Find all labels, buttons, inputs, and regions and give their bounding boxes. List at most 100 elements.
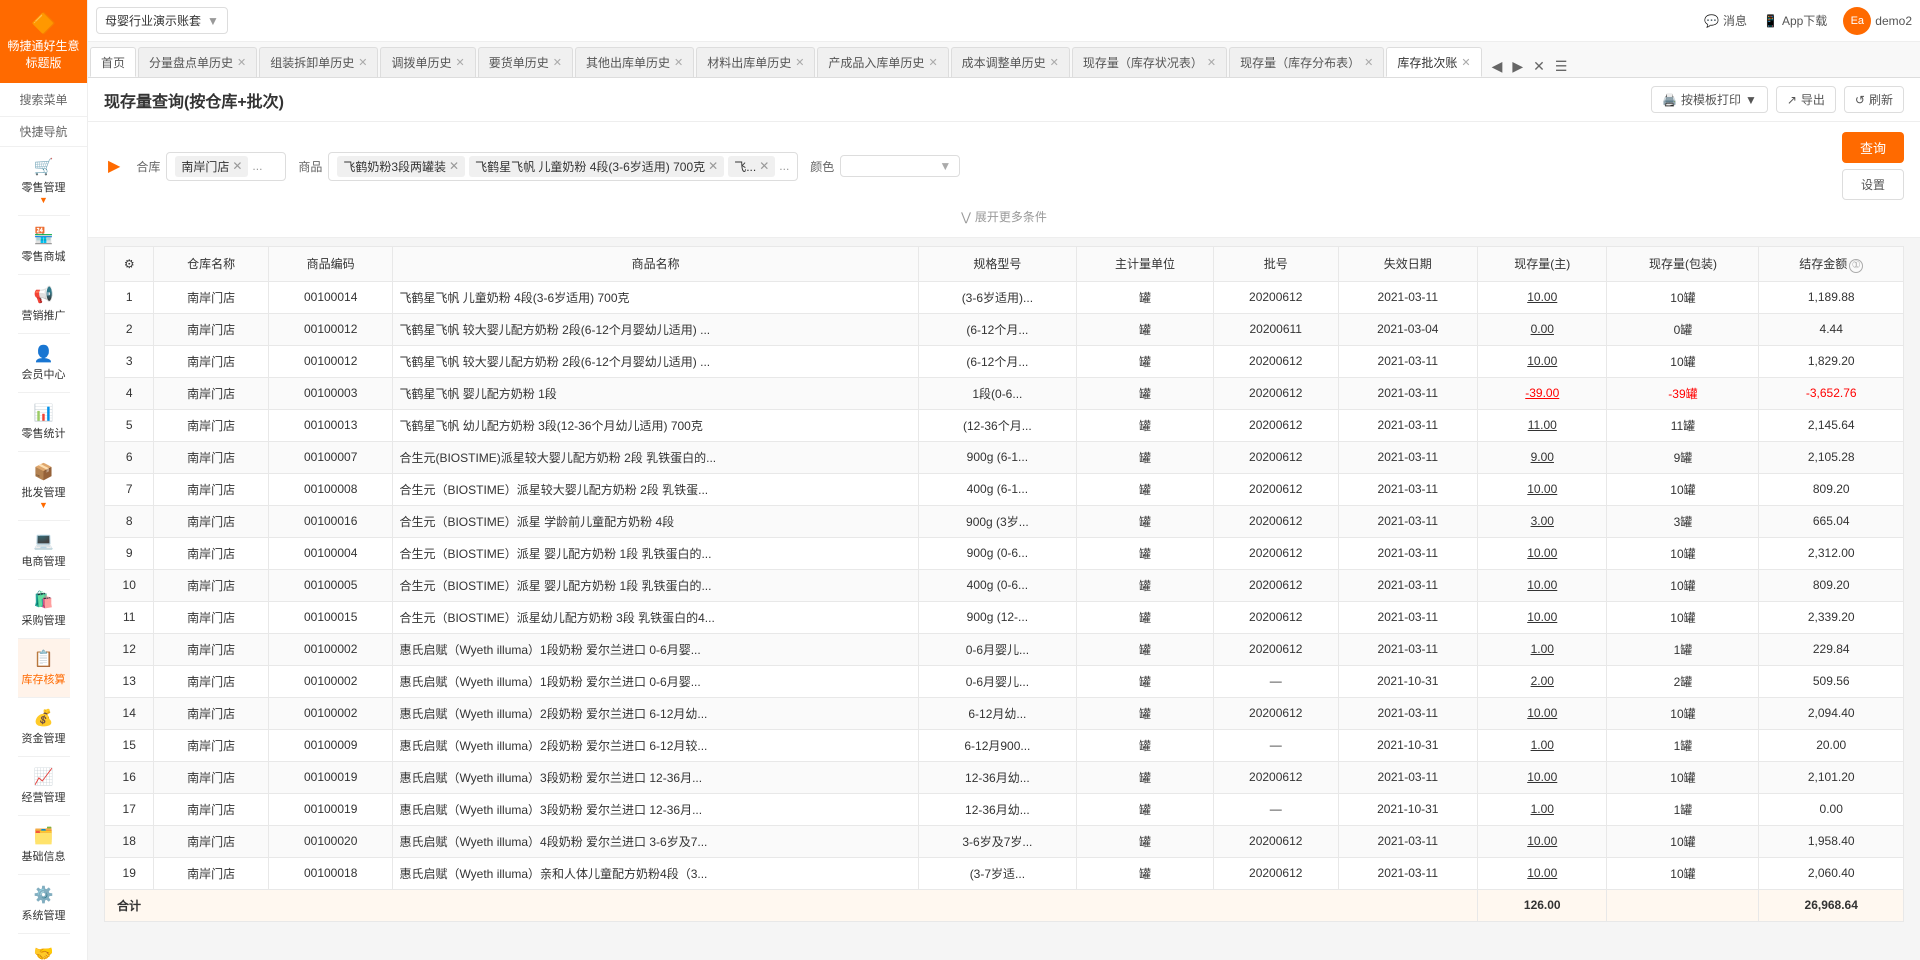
sidebar-item-basic[interactable]: 🗂️ 基础信息 xyxy=(18,816,70,875)
table-row: 7 南岸门店 00100008 合生元（BIOSTIME）派星较大婴儿配方奶粉 … xyxy=(105,473,1904,505)
cell-unit: 罐 xyxy=(1076,857,1213,889)
top-bar: 母婴行业演示账套 ▼ 💬 消息 📱 App下载 Ea demo2 xyxy=(88,0,1920,42)
tab-close-10[interactable]: ✕ xyxy=(1364,56,1373,69)
cell-no: 16 xyxy=(105,761,154,793)
tab-9[interactable]: 现存量（库存状况表）✕ xyxy=(1072,47,1227,77)
tab-prev-btn[interactable]: ◀ xyxy=(1488,56,1507,77)
cell-name: 合生元（BIOSTIME）派星 学龄前儿童配方奶粉 4段 xyxy=(393,505,918,537)
sidebar-shortcut[interactable]: 快捷导航 xyxy=(0,117,87,147)
cell-warehouse: 南岸门店 xyxy=(154,345,268,377)
tab-8[interactable]: 成本调整单历史✕ xyxy=(951,47,1070,77)
system-icon: ⚙️ xyxy=(34,885,54,905)
cell-spec: 900g (6-1... xyxy=(918,441,1076,473)
refresh-icon: ↺ xyxy=(1855,93,1865,107)
tab-2[interactable]: 组装拆卸单历史✕ xyxy=(259,47,378,77)
cell-name: 惠氏启赋（Wyeth illuma）1段奶粉 爱尔兰进口 0-6月婴... xyxy=(393,665,918,697)
product-tag-1-remove[interactable]: ✕ xyxy=(449,159,459,173)
sidebar-item-ops[interactable]: 📈 经营管理 xyxy=(18,757,70,816)
tab-close-1[interactable]: ✕ xyxy=(237,56,246,69)
table-row: 2 南岸门店 00100012 飞鹤星飞帆 较大婴儿配方奶粉 2段(6-12个月… xyxy=(105,313,1904,345)
tab-7[interactable]: 产成品入库单历史✕ xyxy=(817,47,948,77)
product-filter-tags[interactable]: 飞鹤奶粉3段两罐装 ✕ 飞鹤星飞帆 儿童奶粉 4段(3-6岁适用) 700克 ✕… xyxy=(328,152,798,181)
cell-qty: 10.00 xyxy=(1478,537,1607,569)
product-tag-3-remove[interactable]: ✕ xyxy=(759,159,769,173)
table-row: 18 南岸门店 00100020 惠氏启赋（Wyeth illuma）4段奶粉 … xyxy=(105,825,1904,857)
cell-qty[interactable]: -39.00 xyxy=(1478,377,1607,409)
table-row: 4 南岸门店 00100003 飞鹤星飞帆 婴儿配方奶粉 1段 1段(0-6..… xyxy=(105,377,1904,409)
retail-mgmt-icon: 🛒 xyxy=(34,157,54,177)
cell-unit: 罐 xyxy=(1076,473,1213,505)
filter-expand-icon[interactable]: ▶ xyxy=(104,152,124,180)
sidebar-item-retail-mgmt[interactable]: 🛒 零售管理 ▼ xyxy=(18,147,70,216)
export-btn[interactable]: ↗ 导出 xyxy=(1776,86,1836,113)
cell-no: 7 xyxy=(105,473,154,505)
cell-code: 00100002 xyxy=(268,665,393,697)
query-btn[interactable]: 查询 xyxy=(1842,132,1904,163)
cell-unit: 罐 xyxy=(1076,633,1213,665)
tab-close-7[interactable]: ✕ xyxy=(928,56,937,69)
sidebar-item-purchase[interactable]: 🛍️ 采购管理 xyxy=(18,580,70,639)
cell-batch: 20200612 xyxy=(1213,633,1338,665)
template-print-btn[interactable]: 🖨️ 按模板打印 ▼ xyxy=(1651,86,1768,113)
cell-warehouse: 南岸门店 xyxy=(154,441,268,473)
summary-amount: 26,968.64 xyxy=(1759,889,1904,921)
sidebar-item-system[interactable]: ⚙️ 系统管理 xyxy=(18,875,70,934)
tab-4[interactable]: 要货单历史✕ xyxy=(478,47,573,77)
expand-conditions-btn[interactable]: ⋁ 展开更多条件 xyxy=(953,206,1055,227)
cell-name: 合生元（BIOSTIME）派星 婴儿配方奶粉 1段 乳铁蛋白的... xyxy=(393,569,918,601)
filter-area: ▶ 合库 南岸门店 ✕ ... 商品 xyxy=(88,122,1920,238)
product-more-btn[interactable]: ... xyxy=(779,159,789,173)
warehouse-filter-tags[interactable]: 南岸门店 ✕ ... xyxy=(166,152,286,181)
tab-5[interactable]: 其他出库单历史✕ xyxy=(575,47,694,77)
settings-btn[interactable]: 设置 xyxy=(1842,169,1904,200)
sidebar-item-marketing[interactable]: 📢 营销推广 xyxy=(18,275,70,334)
tab-close-9[interactable]: ✕ xyxy=(1207,56,1216,69)
tab-close-3[interactable]: ✕ xyxy=(456,56,465,69)
warehouse-tag-remove[interactable]: ✕ xyxy=(232,159,242,173)
th-code: 商品编码 xyxy=(268,247,393,282)
sidebar-item-collab[interactable]: 🤝 企业协同 xyxy=(18,934,70,960)
cell-expire: 2021-03-11 xyxy=(1338,825,1478,857)
message-btn[interactable]: 💬 消息 xyxy=(1704,12,1747,29)
user-avatar[interactable]: Ea demo2 xyxy=(1843,7,1912,35)
sidebar-item-wholesale[interactable]: 📦 批发管理 ▼ xyxy=(18,452,70,521)
tab-3[interactable]: 调拨单历史✕ xyxy=(380,47,475,77)
cell-name: 飞鹤星飞帆 婴儿配方奶粉 1段 xyxy=(393,377,918,409)
logo-icon: 🔶 xyxy=(4,10,83,38)
product-tag-2-remove[interactable]: ✕ xyxy=(708,159,718,173)
tab-close-6[interactable]: ✕ xyxy=(795,56,804,69)
cell-no: 11 xyxy=(105,601,154,633)
message-icon: 💬 xyxy=(1704,14,1719,28)
tab-close-2[interactable]: ✕ xyxy=(358,56,367,69)
tab-6[interactable]: 材料出库单历史✕ xyxy=(696,47,815,77)
tab-menu-btn[interactable]: ☰ xyxy=(1551,56,1572,77)
tab-11[interactable]: 库存批次账✕ xyxy=(1386,47,1481,77)
warehouse-more-btn[interactable]: ... xyxy=(252,159,262,173)
tab-1[interactable]: 分量盘点单历史✕ xyxy=(138,47,257,77)
amount-info-icon[interactable]: ① xyxy=(1849,259,1863,273)
tab-close-8[interactable]: ✕ xyxy=(1050,56,1059,69)
sidebar-item-retail-stats[interactable]: 📊 零售统计 xyxy=(18,393,70,452)
refresh-btn[interactable]: ↺ 刷新 xyxy=(1844,86,1904,113)
tab-close-5[interactable]: ✕ xyxy=(674,56,683,69)
cell-qty-pack: 10罐 xyxy=(1607,281,1759,313)
sidebar-item-retail-shop[interactable]: 🏪 零售商城 xyxy=(18,216,70,275)
sidebar-item-inventory[interactable]: 📋 库存核算 xyxy=(18,639,70,698)
app-download-btn[interactable]: 📱 App下载 xyxy=(1763,12,1827,29)
sidebar-item-member[interactable]: 👤 会员中心 xyxy=(18,334,70,393)
color-filter-select[interactable]: ▼ xyxy=(840,155,960,177)
cell-code: 00100018 xyxy=(268,857,393,889)
tab-close-btn[interactable]: ✕ xyxy=(1529,56,1549,77)
tab-close-11[interactable]: ✕ xyxy=(1461,56,1470,69)
sidebar-search[interactable]: 搜索菜单 xyxy=(0,83,87,117)
tab-close-4[interactable]: ✕ xyxy=(553,56,562,69)
tab-10[interactable]: 现存量（库存分布表）✕ xyxy=(1229,47,1384,77)
tab-0[interactable]: 首页 xyxy=(90,47,136,77)
wholesale-icon: 📦 xyxy=(34,462,54,482)
sidebar-item-ecommerce[interactable]: 💻 电商管理 xyxy=(18,521,70,580)
tab-next-btn[interactable]: ▶ xyxy=(1508,56,1527,77)
account-selector[interactable]: 母婴行业演示账套 ▼ xyxy=(96,7,228,34)
th-batch: 批号 xyxy=(1213,247,1338,282)
sidebar-item-finance[interactable]: 💰 资金管理 xyxy=(18,698,70,757)
cell-unit: 罐 xyxy=(1076,377,1213,409)
